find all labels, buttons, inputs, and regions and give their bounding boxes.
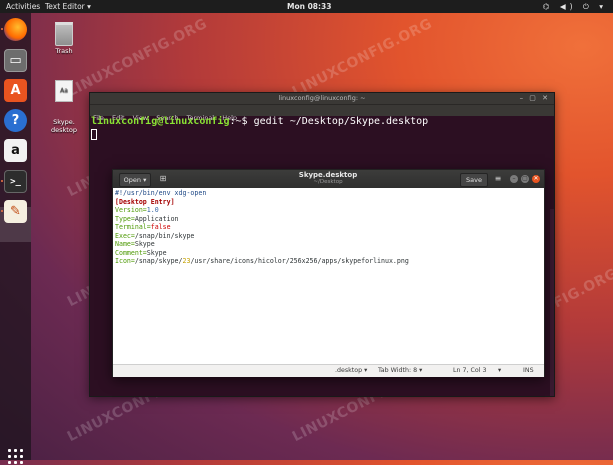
app-menu-text-editor[interactable]: Text Editor ▾ (45, 0, 91, 13)
insert-mode[interactable]: INS (523, 365, 534, 377)
prompt-user: linuxconfig@linuxconfig (91, 116, 230, 127)
text-editor-area[interactable]: #!/usr/bin/env xdg-open [Desktop Entry] … (113, 188, 544, 364)
open-button[interactable]: Open ▾ (119, 173, 151, 187)
watermark: LINUXCONFIG.ORG (64, 15, 210, 101)
window-controls[interactable]: – ▢ ✕ (520, 93, 550, 104)
files-icon[interactable]: ▭ (4, 49, 27, 72)
code-line: #!/usr/bin/env xdg-open (115, 189, 207, 197)
running-indicator (1, 210, 3, 212)
gedit-headerbar[interactable]: Open ▾ ⊞ Skype.desktop ~/Desktop Save ≡ … (113, 170, 544, 188)
save-button[interactable]: Save (460, 173, 488, 187)
cursor-position-arrow[interactable]: ▾ (498, 365, 501, 377)
terminal-menubar: File Edit View Search Terminal Help (90, 104, 554, 122)
desktop-skype-file[interactable]: Aa Skype. desktop (44, 65, 84, 142)
code-line: [Desktop Entry] (115, 197, 175, 206)
terminal-cursor (91, 129, 97, 140)
code-key: Name= (115, 240, 135, 248)
gedit-window[interactable]: Open ▾ ⊞ Skype.desktop ~/Desktop Save ≡ … (112, 169, 545, 377)
command-text: gedit ~/Desktop/Skype.desktop (247, 116, 429, 127)
code-value: Skype (134, 240, 155, 248)
desktop-trash[interactable]: Trash (44, 22, 84, 56)
code-key: Icon= (115, 257, 135, 265)
cursor-position[interactable]: Ln 7, Col 3 (453, 365, 487, 377)
code-key: Type= (115, 214, 135, 223)
terminal-titlebar[interactable]: linuxconfig@linuxconfig: ~ – ▢ ✕ (90, 93, 554, 104)
trash-icon (55, 22, 73, 46)
close-icon[interactable]: ✕ (532, 175, 540, 183)
terminal-title: linuxconfig@linuxconfig: ~ (278, 94, 366, 102)
firefox-icon[interactable] (4, 18, 27, 41)
terminal-icon[interactable]: >_ (4, 170, 27, 193)
new-tab-icon[interactable]: ⊞ (157, 173, 169, 185)
code-value: Skype (146, 248, 167, 257)
desktop-icon-label: Trash (55, 47, 73, 55)
top-bar: Activities Text Editor ▾ Mon 08:33 ⌬ ◀) … (0, 0, 613, 13)
running-indicator (1, 28, 3, 30)
minimize-icon[interactable]: – (510, 175, 518, 183)
dock: ▭ A ? a >_ ✎ (0, 13, 31, 464)
code-value: 1.0 (146, 206, 159, 214)
code-value: /snap/skype/ (134, 257, 183, 265)
code-value: /usr/share/icons/hicolor/256x256/apps/sk… (190, 257, 409, 265)
text-editor-icon[interactable]: ✎ (4, 200, 27, 223)
watermark: LINUXCONFIG.ORG (289, 15, 435, 101)
help-icon[interactable]: ? (4, 109, 27, 132)
amazon-icon[interactable]: a (4, 139, 27, 162)
activities-button[interactable]: Activities (6, 0, 40, 13)
code-key: Terminal= (115, 223, 151, 231)
terminal-command-line: linuxconfig@linuxconfig:~$ gedit ~/Deskt… (91, 116, 428, 128)
system-menu-icons[interactable]: ⌬ ◀) ⏻ ▾ (543, 0, 607, 13)
running-indicator (1, 180, 3, 182)
maximize-icon[interactable]: ▢ (521, 175, 529, 183)
tab-width-selector[interactable]: Tab Width: 8 ▾ (378, 365, 422, 377)
software-center-icon[interactable]: A (4, 79, 27, 102)
show-applications-icon[interactable] (8, 449, 24, 465)
gedit-statusbar: .desktop ▾ Tab Width: 8 ▾ Ln 7, Col 3 ▾ … (113, 364, 544, 377)
language-selector[interactable]: .desktop ▾ (335, 365, 367, 377)
terminal-scrollbar[interactable] (550, 209, 554, 396)
code-value: Application (134, 214, 179, 223)
code-value: false (150, 223, 171, 231)
code-value: /snap/bin/skype (134, 231, 195, 240)
document-path: ~/Desktop (313, 179, 343, 185)
desktop-icon-label: Skype. desktop (51, 118, 77, 134)
code-key: Version= (115, 206, 147, 214)
document-content[interactable]: #!/usr/bin/env xdg-open [Desktop Entry] … (115, 189, 409, 266)
code-key: Exec= (115, 231, 135, 240)
clock[interactable]: Mon 08:33 (287, 0, 331, 13)
code-key: Comment= (115, 248, 147, 257)
hamburger-menu-icon[interactable]: ≡ (492, 173, 504, 185)
prompt-path: :~$ (229, 116, 248, 127)
text-file-icon: Aa (55, 80, 73, 102)
